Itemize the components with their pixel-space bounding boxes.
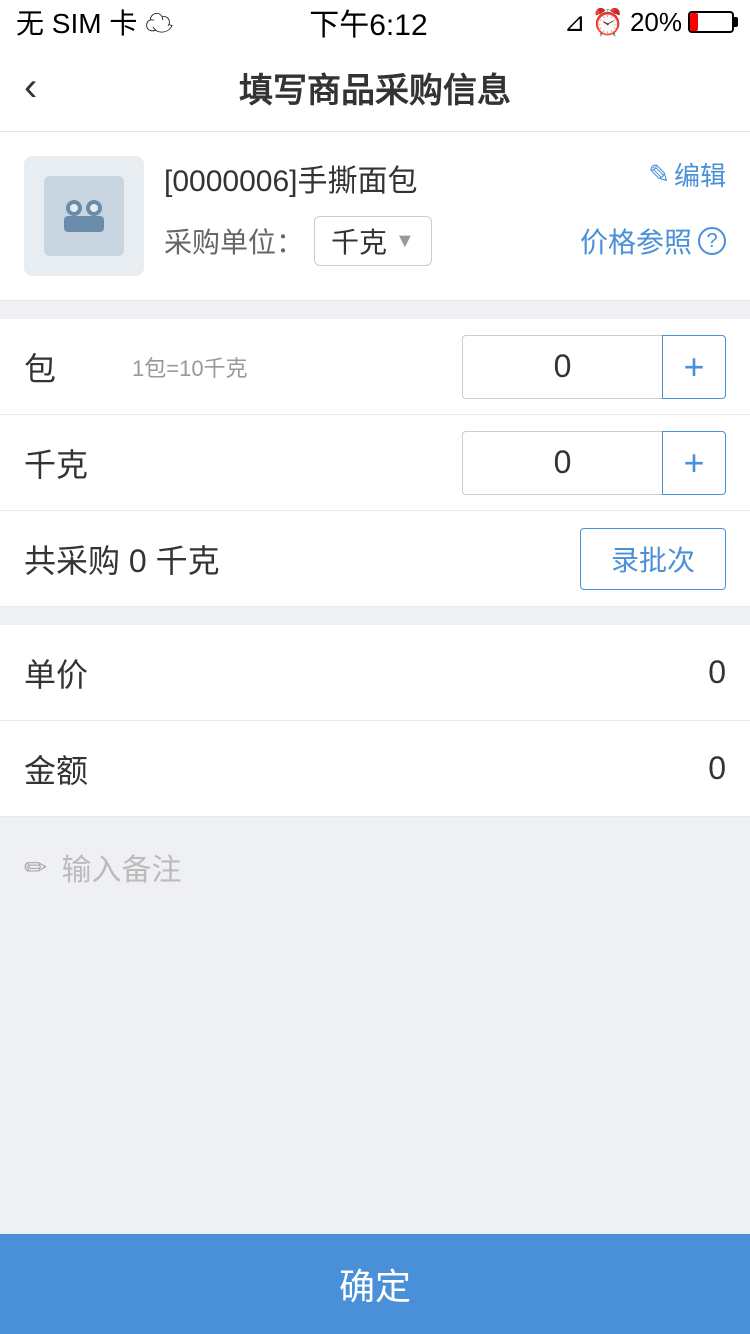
unit-select[interactable]: 千克 ▼: [314, 216, 432, 266]
product-info: [0000006]手撕面包 ✎ 编辑 采购单位： 千克 ▼ 价格参照 ?: [164, 156, 726, 266]
pencil-icon: ✏: [24, 851, 47, 884]
bao-quantity-input[interactable]: [462, 335, 662, 399]
bao-input-right: +: [462, 335, 726, 399]
section-divider-1: [0, 301, 750, 319]
page-title: 填写商品采购信息: [239, 63, 511, 112]
edit-icon: ✎: [648, 159, 670, 190]
price-ref-label: 价格参照: [580, 221, 692, 261]
kg-input-row: 千克 +: [0, 415, 750, 511]
kg-input-right: +: [462, 431, 726, 495]
remark-section[interactable]: ✏ 输入备注: [0, 817, 750, 917]
chevron-down-icon: ▼: [395, 230, 415, 253]
unit-value: 千克: [331, 221, 387, 261]
remark-placeholder: 输入备注: [61, 845, 181, 889]
input-section: 包 1包=10千克 + 千克 + 共采购 0 千克 录批次: [0, 319, 750, 607]
bao-sub-label: 1包=10千克: [132, 351, 462, 383]
bao-input-row: 包 1包=10千克 +: [0, 319, 750, 415]
batch-button[interactable]: 录批次: [580, 528, 726, 590]
status-left: 无 SIM 卡 ☁: [16, 2, 173, 42]
battery-percent: 20%: [630, 7, 682, 38]
product-name: [0000006]手撕面包: [164, 156, 417, 200]
nav-bar: ‹ 填写商品采购信息: [0, 44, 750, 132]
amount-value: 0: [708, 750, 726, 787]
status-time: 下午6:12: [309, 0, 427, 44]
purchase-unit-label: 采购单位：: [164, 221, 304, 261]
status-right: ⊿ ⏰ 20%: [564, 7, 734, 38]
kg-plus-button[interactable]: +: [662, 431, 726, 495]
product-logo: [44, 176, 124, 256]
kg-quantity-input[interactable]: [462, 431, 662, 495]
help-icon: ?: [698, 227, 726, 255]
unit-price-row: 单价 0: [0, 625, 750, 721]
location-icon: ⊿: [564, 7, 586, 38]
edit-label: 编辑: [674, 156, 726, 193]
amount-label: 金额: [24, 746, 708, 792]
edit-button[interactable]: ✎ 编辑: [648, 156, 726, 193]
price-ref-button[interactable]: 价格参照 ?: [580, 221, 726, 261]
battery-icon: [688, 11, 734, 33]
status-bar: 无 SIM 卡 ☁ 下午6:12 ⊿ ⏰ 20%: [0, 0, 750, 44]
unit-price-value: 0: [708, 654, 726, 691]
product-thumbnail: [24, 156, 144, 276]
info-section: 单价 0 金额 0: [0, 625, 750, 817]
section-divider-2: [0, 607, 750, 625]
alarm-icon: ⏰: [592, 7, 624, 38]
kg-label: 千克: [24, 440, 124, 486]
product-card: [0000006]手撕面包 ✎ 编辑 采购单位： 千克 ▼ 价格参照 ?: [0, 132, 750, 301]
amount-row: 金额 0: [0, 721, 750, 817]
bottom-space: [0, 917, 750, 1237]
confirm-button[interactable]: 确定: [0, 1234, 750, 1334]
unit-price-label: 单价: [24, 650, 708, 696]
bao-plus-button[interactable]: +: [662, 335, 726, 399]
back-button[interactable]: ‹: [24, 65, 37, 110]
total-row: 共采购 0 千克 录批次: [0, 511, 750, 607]
purchase-unit-row: 采购单位： 千克 ▼ 价格参照 ?: [164, 216, 726, 266]
product-name-row: [0000006]手撕面包 ✎ 编辑: [164, 156, 726, 200]
bao-label: 包: [24, 344, 124, 390]
sim-status: 无 SIM 卡 ☁: [16, 2, 173, 42]
total-label: 共采购 0 千克: [24, 536, 580, 582]
